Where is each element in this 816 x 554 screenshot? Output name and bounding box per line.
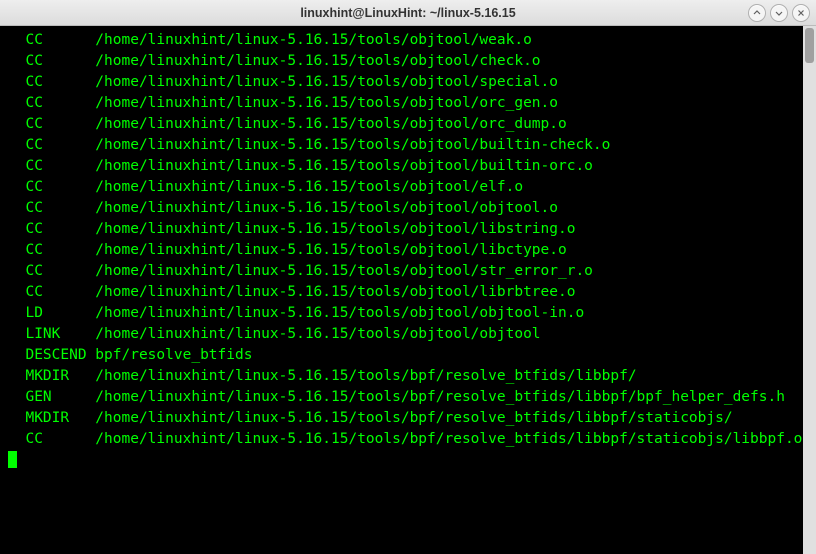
terminal-line: CC /home/linuxhint/linux-5.16.15/tools/o… <box>8 156 810 177</box>
terminal-line: CC /home/linuxhint/linux-5.16.15/tools/o… <box>8 177 810 198</box>
terminal-line: CC /home/linuxhint/linux-5.16.15/tools/o… <box>8 261 810 282</box>
terminal-line: GEN /home/linuxhint/linux-5.16.15/tools/… <box>8 387 810 408</box>
maximize-icon <box>775 9 783 17</box>
close-button[interactable] <box>792 4 810 22</box>
maximize-button[interactable] <box>770 4 788 22</box>
titlebar[interactable]: linuxhint@LinuxHint: ~/linux-5.16.15 <box>0 0 816 26</box>
terminal-line: CC /home/linuxhint/linux-5.16.15/tools/o… <box>8 282 810 303</box>
window-controls <box>748 4 810 22</box>
terminal-line: LINK /home/linuxhint/linux-5.16.15/tools… <box>8 324 810 345</box>
terminal-line: CC /home/linuxhint/linux-5.16.15/tools/o… <box>8 240 810 261</box>
terminal-line: CC /home/linuxhint/linux-5.16.15/tools/o… <box>8 135 810 156</box>
terminal-line: LD /home/linuxhint/linux-5.16.15/tools/o… <box>8 303 810 324</box>
terminal-window: linuxhint@LinuxHint: ~/linux-5.16.15 CC … <box>0 0 816 554</box>
terminal-line: CC /home/linuxhint/linux-5.16.15/tools/o… <box>8 72 810 93</box>
terminal-line: CC /home/linuxhint/linux-5.16.15/tools/o… <box>8 93 810 114</box>
terminal-cursor-line <box>8 450 810 471</box>
terminal-line: CC /home/linuxhint/linux-5.16.15/tools/o… <box>8 51 810 72</box>
terminal-line: CC /home/linuxhint/linux-5.16.15/tools/o… <box>8 219 810 240</box>
terminal-line: MKDIR /home/linuxhint/linux-5.16.15/tool… <box>8 366 810 387</box>
vertical-scrollbar[interactable] <box>803 26 816 554</box>
terminal-line: CC /home/linuxhint/linux-5.16.15/tools/o… <box>8 114 810 135</box>
minimize-icon <box>753 9 761 17</box>
terminal-line: CC /home/linuxhint/linux-5.16.15/tools/o… <box>8 198 810 219</box>
terminal-line: DESCEND bpf/resolve_btfids <box>8 345 810 366</box>
close-icon <box>797 9 805 17</box>
terminal-line: CC /home/linuxhint/linux-5.16.15/tools/b… <box>8 429 810 450</box>
terminal-line: MKDIR /home/linuxhint/linux-5.16.15/tool… <box>8 408 810 429</box>
terminal-cursor <box>8 451 17 468</box>
terminal-output[interactable]: CC /home/linuxhint/linux-5.16.15/tools/o… <box>0 26 816 554</box>
terminal-line: CC /home/linuxhint/linux-5.16.15/tools/o… <box>8 30 810 51</box>
scrollbar-thumb[interactable] <box>805 28 814 63</box>
minimize-button[interactable] <box>748 4 766 22</box>
window-title: linuxhint@LinuxHint: ~/linux-5.16.15 <box>300 6 515 20</box>
